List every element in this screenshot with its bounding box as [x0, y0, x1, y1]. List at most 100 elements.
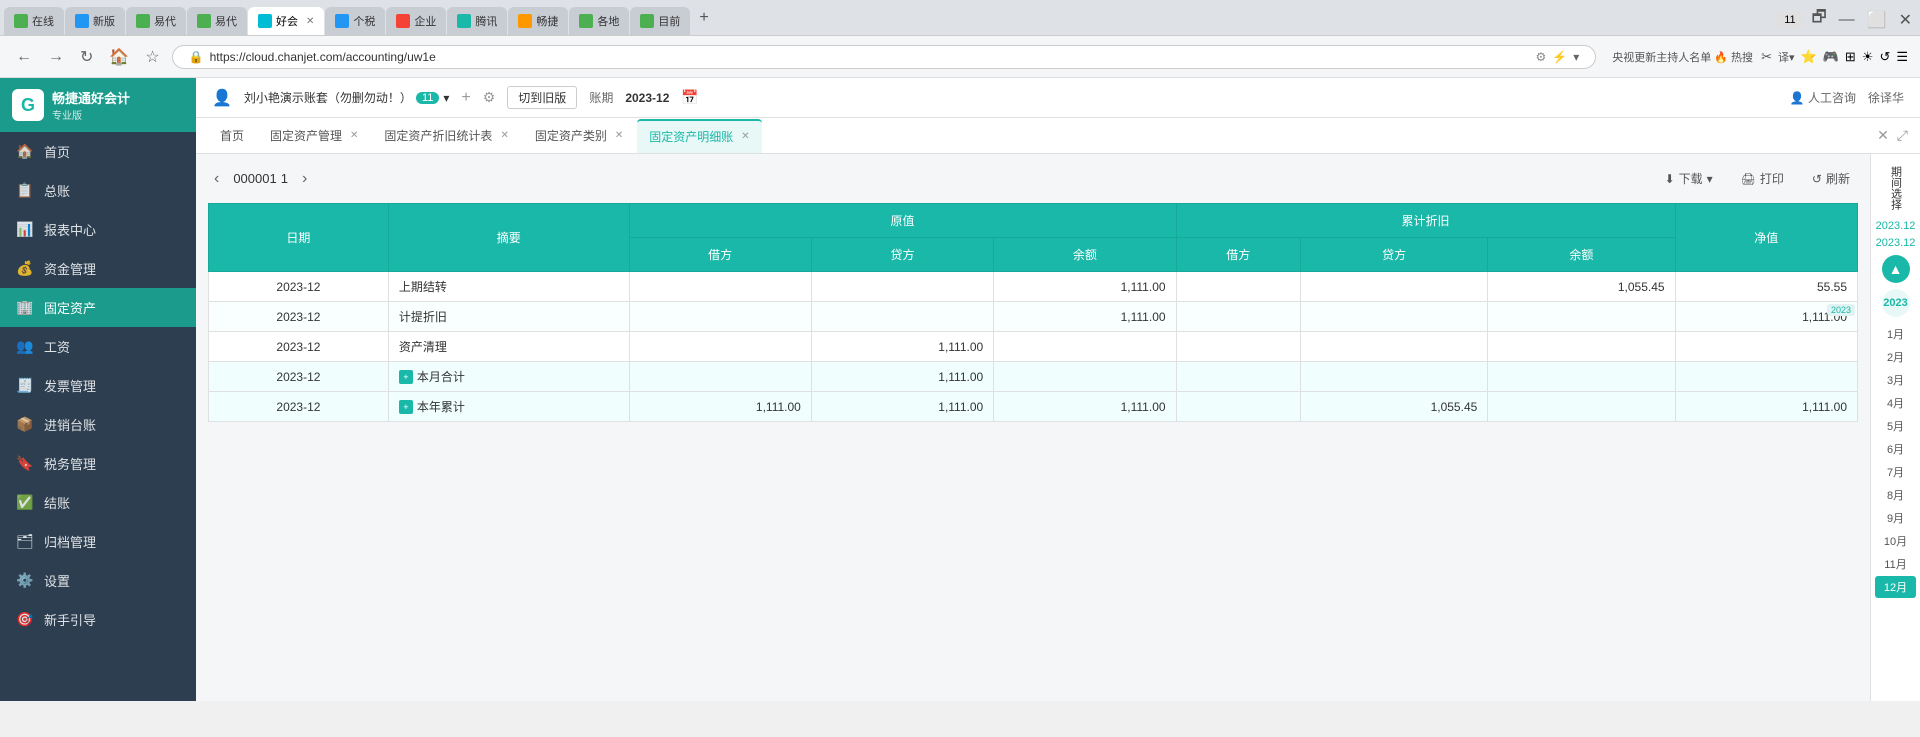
home-button[interactable]: 🏠: [105, 43, 133, 71]
sidebar-item-guide[interactable]: 🎯 新手引导: [0, 600, 196, 639]
period-start-date[interactable]: 2023.12: [1871, 218, 1920, 234]
browser-tab-qiye[interactable]: 企业: [386, 7, 446, 35]
account-selector[interactable]: 刘小艳演示账套（勿删勿动！） 11 ▾: [244, 89, 449, 106]
period-end-date[interactable]: 2023.12: [1871, 235, 1920, 251]
th-net-value: 净值: [1675, 204, 1857, 272]
sidebar-item-invoice[interactable]: 🧾 发票管理: [0, 366, 196, 405]
page-tab-close-fixed-asset-mgmt[interactable]: ✕: [350, 130, 358, 141]
month-7[interactable]: 7月: [1871, 461, 1920, 483]
next-account-btn[interactable]: ›: [296, 168, 313, 190]
page-num: 1: [281, 171, 288, 186]
back-button[interactable]: ←: [12, 44, 36, 70]
translate-label[interactable]: 译▾: [1778, 49, 1795, 65]
month-11[interactable]: 11月: [1871, 553, 1920, 575]
month-1[interactable]: 1月: [1871, 323, 1920, 345]
dropdown-arrow[interactable]: ▾: [1573, 50, 1579, 64]
sun-icon[interactable]: ☀: [1862, 49, 1874, 65]
browser-tab-yidai2[interactable]: 易代: [187, 7, 247, 35]
th-orig-credit: 贷方: [811, 238, 993, 272]
sidebar-item-fixed-asset[interactable]: 🏢 固定资产: [0, 288, 196, 327]
cell-net-5: 1,111.00: [1675, 392, 1857, 422]
refresh-btn[interactable]: ↺ 刷新: [1804, 166, 1858, 191]
tab-icon-yidai2: [197, 14, 211, 28]
content-main: ‹ 000001 1 › ⬇ 下载 ▾ 🖨 打: [196, 154, 1870, 701]
sidebar-item-archive[interactable]: 🗂 归档管理: [0, 522, 196, 561]
sidebar-item-settings[interactable]: ⚙️ 设置: [0, 561, 196, 600]
closing-icon: ✅: [16, 494, 34, 512]
star-icon[interactable]: ⭐: [1801, 49, 1817, 65]
browser-tab-new[interactable]: 新版: [65, 7, 125, 35]
reload-button[interactable]: ↻: [76, 43, 97, 71]
sidebar-item-inventory[interactable]: 📦 进销台账: [0, 405, 196, 444]
month-6[interactable]: 6月: [1871, 438, 1920, 460]
sidebar-item-payroll[interactable]: 👥 工资: [0, 327, 196, 366]
menu-icon[interactable]: ☰: [1896, 49, 1908, 65]
month-4[interactable]: 4月: [1871, 392, 1920, 414]
settings-btn[interactable]: ⚙: [483, 89, 496, 106]
year-2023-badge[interactable]: 2023: [1882, 289, 1910, 317]
forward-button[interactable]: →: [44, 44, 68, 70]
switch-version-btn[interactable]: 切到旧版: [507, 86, 577, 109]
sidebar-item-fund-mgmt[interactable]: 💰 资金管理: [0, 249, 196, 288]
bookmark-button[interactable]: ☆: [141, 43, 163, 71]
grid-icon[interactable]: ⊞: [1845, 49, 1856, 65]
tab-count-badge: 11: [1776, 12, 1803, 28]
page-tab-close-ledger[interactable]: ✕: [741, 131, 749, 142]
sidebar-item-general-ledger[interactable]: 📋 总账: [0, 171, 196, 210]
sidebar-item-home[interactable]: 🏠 首页: [0, 132, 196, 171]
month-2[interactable]: 2月: [1871, 346, 1920, 368]
browser-tab-geshui[interactable]: 个税: [325, 7, 385, 35]
sidebar-label-home: 首页: [44, 142, 70, 161]
browser-tab-gedi[interactable]: 各地: [569, 7, 629, 35]
maximize-icon[interactable]: ⬜: [1863, 8, 1891, 32]
expand-panel-icon[interactable]: ⤢: [1897, 127, 1908, 144]
page-tab-depreciation[interactable]: 固定资产折旧统计表 ✕: [372, 119, 520, 153]
page-tab-home[interactable]: 首页: [208, 119, 256, 153]
consult-btn[interactable]: 👤 人工咨询: [1790, 89, 1856, 106]
browser-tab-muqian[interactable]: 目前: [630, 7, 690, 35]
page-tab-label-fixed-asset-mgmt: 固定资产管理: [270, 127, 342, 144]
tax-icon: 🔖: [16, 455, 34, 473]
new-tab-button[interactable]: +: [691, 5, 716, 31]
page-tab-close-category[interactable]: ✕: [615, 130, 623, 141]
sidebar-item-tax[interactable]: 🔖 税务管理: [0, 444, 196, 483]
add-account-btn[interactable]: +: [461, 89, 470, 107]
page-tab-category[interactable]: 固定资产类别 ✕: [523, 119, 635, 153]
month-9[interactable]: 9月: [1871, 507, 1920, 529]
cell-dep-balance-1: 1,055.45: [1488, 272, 1675, 302]
sidebar-item-closing[interactable]: ✅ 结账: [0, 483, 196, 522]
minimize-icon[interactable]: —: [1835, 9, 1859, 31]
sidebar-item-report-center[interactable]: 📊 报表中心: [0, 210, 196, 249]
month-3[interactable]: 3月: [1871, 369, 1920, 391]
page-tabs: 首页 固定资产管理 ✕ 固定资产折旧统计表 ✕ 固定资产类别 ✕ 固定资产明细账…: [196, 118, 1920, 154]
page-tab-fixed-asset-mgmt[interactable]: 固定资产管理 ✕: [258, 119, 370, 153]
browser-tab-haokuai[interactable]: 好会 ✕: [248, 7, 324, 35]
close-window-icon[interactable]: ✕: [1895, 8, 1916, 32]
calendar-icon[interactable]: 📅: [681, 89, 698, 106]
browser-tab-changjie[interactable]: 畅捷: [508, 7, 568, 35]
month-12[interactable]: 12月: [1875, 576, 1916, 598]
download-btn[interactable]: ⬇ 下载 ▾: [1657, 166, 1721, 191]
scroll-up-btn[interactable]: ▲: [1882, 255, 1910, 283]
address-bar[interactable]: 🔒 https://cloud.chanjet.com/accounting/u…: [172, 45, 1597, 69]
restore-window-icon[interactable]: 🗗: [1808, 4, 1831, 35]
tab-close-haokuai[interactable]: ✕: [306, 16, 314, 27]
period-dates: 2023.12 2023.12: [1871, 218, 1920, 251]
gamepad-icon[interactable]: 🎮: [1823, 49, 1839, 65]
collapse-panel-icon[interactable]: ✕: [1877, 127, 1889, 144]
history-icon[interactable]: ↺: [1879, 49, 1890, 65]
browser-tab-online[interactable]: 在线: [4, 7, 64, 35]
month-10[interactable]: 10月: [1871, 530, 1920, 552]
browser-tab-yidai1[interactable]: 易代: [126, 7, 186, 35]
prev-account-btn[interactable]: ‹: [208, 168, 225, 190]
print-btn[interactable]: 🖨 打印: [1733, 166, 1792, 191]
month-8[interactable]: 8月: [1871, 484, 1920, 506]
page-tab-label-category: 固定资产类别: [535, 127, 607, 144]
tab-icon-haokuai: [258, 14, 272, 28]
page-tab-ledger[interactable]: 固定资产明细账 ✕: [637, 119, 761, 153]
browser-tab-tengxun[interactable]: 腾讯: [447, 7, 507, 35]
print-label: 打印: [1760, 170, 1784, 187]
page-tab-close-depreciation[interactable]: ✕: [500, 130, 508, 141]
month-5[interactable]: 5月: [1871, 415, 1920, 437]
url-text: https://cloud.chanjet.com/accounting/uw1…: [210, 50, 1530, 64]
